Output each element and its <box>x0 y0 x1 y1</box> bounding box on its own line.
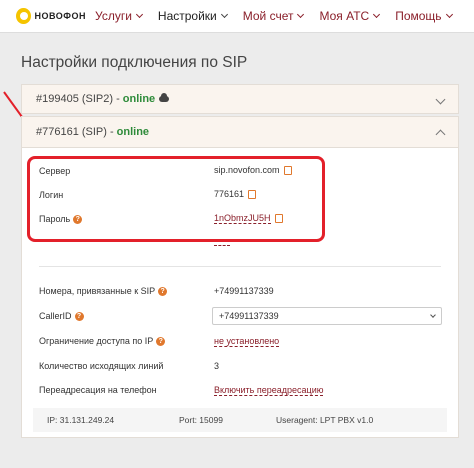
numbers-value: +74991137339 <box>214 286 274 296</box>
nav-item-label: Услуги <box>95 9 132 23</box>
callerid-select[interactable]: +74991137339 <box>212 307 442 325</box>
numbers-label-group: Номера, привязанные к SIP ? <box>39 286 168 296</box>
chevron-down-icon <box>220 10 228 19</box>
forward-link[interactable]: Включить переадресацию <box>214 385 324 396</box>
lines-label: Количество исходящих линий <box>39 361 164 371</box>
forward-label: Переадресация на телефон <box>39 385 157 395</box>
sip-id: #199405 (SIP2) - <box>36 93 120 105</box>
logo-text: НОВОФОН <box>34 11 86 21</box>
ip-restrict-value-group: не установлено <box>214 336 280 347</box>
chevron-down-icon <box>445 10 453 19</box>
nav-item-label: Моя АТС <box>319 9 370 23</box>
nav-item-my-account[interactable]: Мой счет <box>242 9 305 23</box>
online-status: online <box>116 126 150 138</box>
nav-item-my-pbx[interactable]: Моя АТС <box>319 9 381 23</box>
nav-item-help[interactable]: Помощь <box>395 9 453 23</box>
useragent-info: Useragent: LPT PBX v1.0 <box>276 415 374 425</box>
logo[interactable]: НОВОФОН <box>16 8 86 24</box>
ip-restrict-link[interactable]: не установлено <box>214 336 280 347</box>
ip-info: IP: 31.131.249.24 <box>47 415 115 425</box>
ip-restrict-label: Ограничение доступа по IP <box>39 336 154 346</box>
sip-panel-header[interactable]: #199405 (SIP2) - online <box>21 84 459 114</box>
ip-restrict-label-group: Ограничение доступа по IP ? <box>39 336 166 346</box>
callerid-selected-value: +74991137339 <box>219 311 279 321</box>
chevron-down-icon <box>373 10 381 19</box>
help-icon[interactable]: ? <box>156 336 166 346</box>
online-status: online <box>122 93 156 105</box>
help-icon[interactable]: ? <box>74 311 84 321</box>
forward-value-group: Включить переадресацию <box>214 385 324 396</box>
lines-value: 3 <box>214 361 220 371</box>
nav-item-settings[interactable]: Настройки <box>157 9 228 23</box>
top-navigation: НОВОФОН Услуги Настройки Мой счет Моя АТ… <box>0 0 474 33</box>
page-title: Настройки подключения по SIP <box>21 54 248 71</box>
sip-panel-header[interactable]: #776161 (SIP) - online <box>21 116 459 148</box>
sip-id: #776161 (SIP) - <box>36 126 114 138</box>
chevron-down-icon <box>430 312 436 318</box>
nav-item-label: Мой счет <box>242 9 294 23</box>
port-info: Port: 15099 <box>179 415 223 425</box>
chevron-down-icon <box>135 10 143 19</box>
numbers-label: Номера, привязанные к SIP <box>39 286 156 296</box>
highlight-frame <box>27 156 325 242</box>
cloud-icon <box>159 93 170 102</box>
nav-item-services[interactable]: Услуги <box>95 9 143 23</box>
nav-item-label: Помощь <box>395 9 442 23</box>
divider <box>39 266 441 267</box>
chevron-down-icon <box>297 10 305 19</box>
divider-dash <box>214 245 230 246</box>
callerid-label-group: CallerID ? <box>39 311 84 321</box>
chevron-down-icon[interactable] <box>435 94 446 105</box>
logo-icon <box>16 8 31 24</box>
connection-info-bar: IP: 31.131.249.24 Port: 15099 Useragent:… <box>33 408 447 432</box>
help-icon[interactable]: ? <box>158 286 168 296</box>
callerid-label: CallerID <box>39 311 72 321</box>
nav-item-label: Настройки <box>157 9 217 23</box>
chevron-up-icon[interactable] <box>435 129 446 140</box>
